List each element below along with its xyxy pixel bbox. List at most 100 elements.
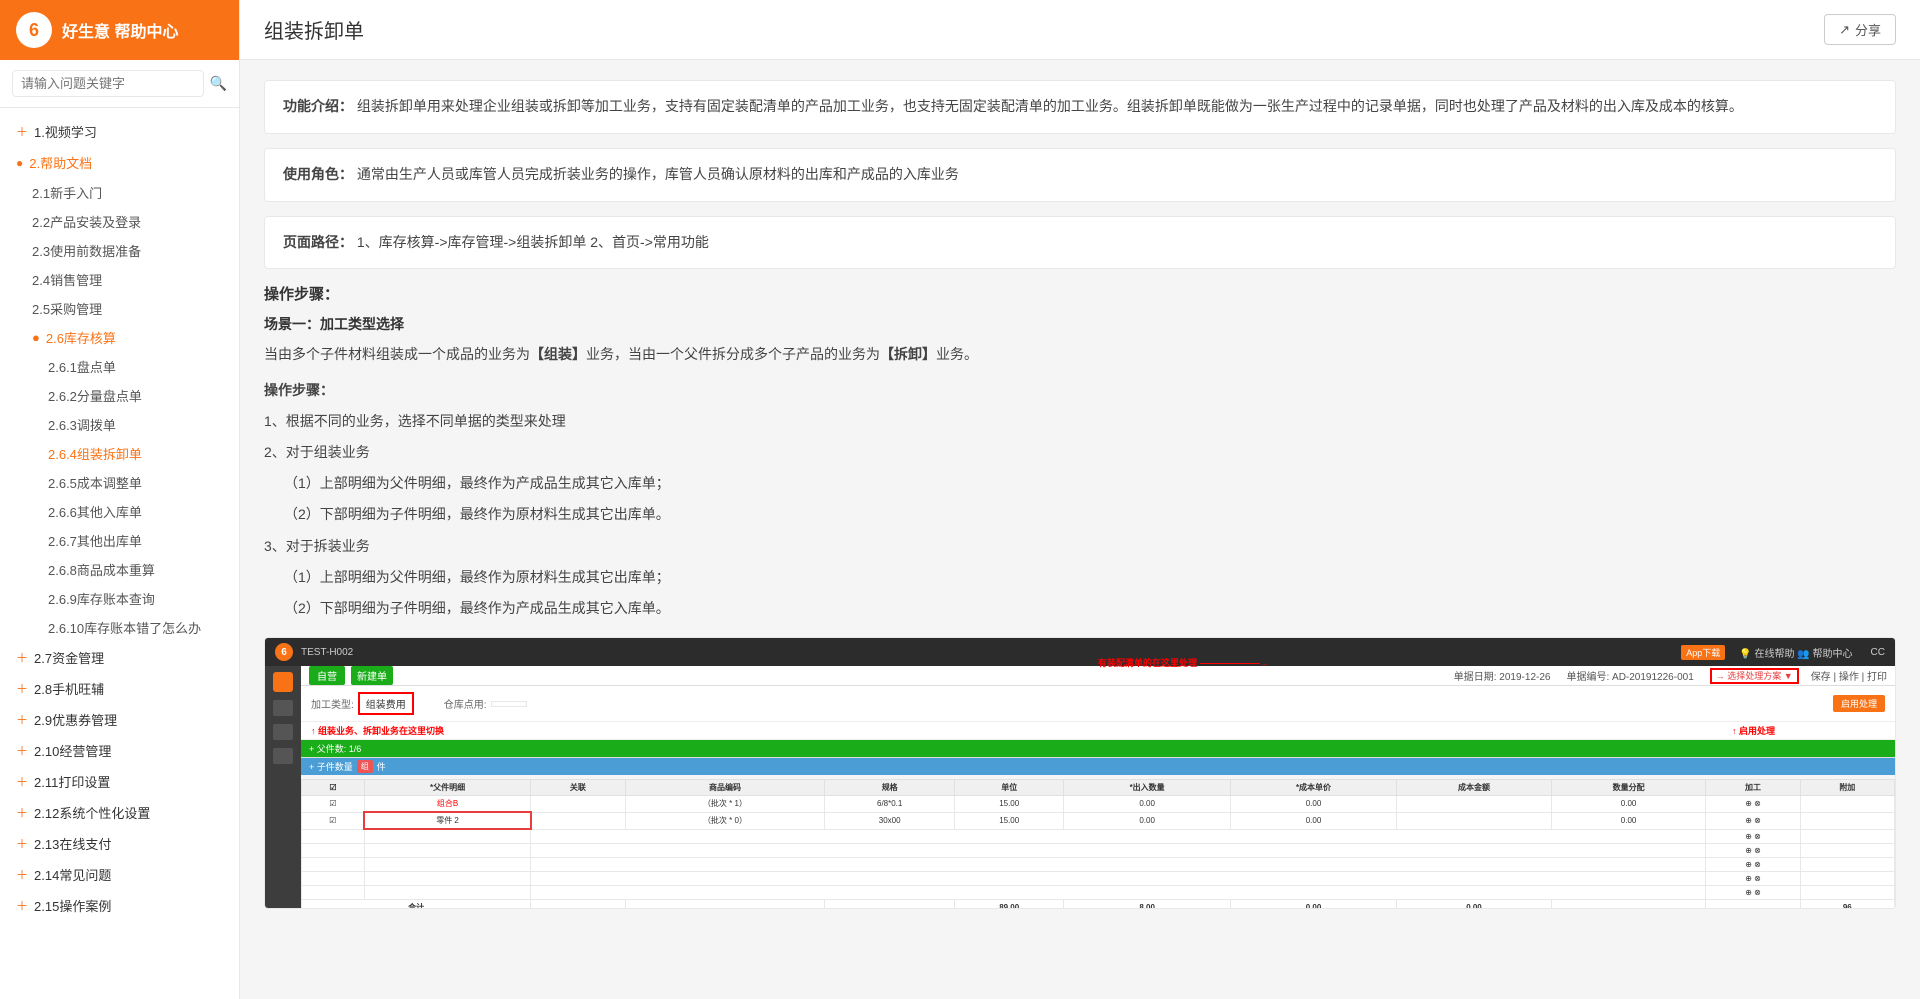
sidebar-item-system-settings[interactable]: ＋ 2.12系统个性化设置 [0, 797, 239, 828]
sub-item-label: 2.4销售管理 [32, 270, 102, 289]
content-area: 功能介绍： 组装拆卸单用来处理企业组装或拆卸等加工业务，支持有固定装配清单的产品… [240, 60, 1920, 999]
sub-item-label: 2.6.1盘点单 [48, 357, 116, 376]
sidebar-item-inventory[interactable]: ● 2.6库存核算 [0, 323, 239, 352]
main-content: 组装拆卸单 ↗ 分享 功能介绍： 组装拆卸单用来处理企业组装或拆卸等加工业务，支… [240, 0, 1920, 999]
plus-icon: ＋ [16, 711, 28, 728]
step1-text: 1、根据不同的业务，选择不同单据的类型来处理 [264, 409, 1896, 434]
sidebar-item-inventory-ledger-fix[interactable]: 2.6.10库存账本错了怎么办 [0, 613, 239, 642]
sidebar-item-inventory-count[interactable]: 2.6.1盘点单 [0, 352, 239, 381]
plus-icon: ＋ [16, 742, 28, 759]
search-box: 🔍 [0, 60, 239, 108]
sidebar-item-sales[interactable]: 2.4销售管理 [0, 265, 239, 294]
lower-footer-empty5 [1706, 899, 1800, 908]
lower-cell-3-empty [531, 829, 1706, 843]
mock-tab-new: 新建单 [351, 666, 393, 685]
lower-cell-7-check [302, 885, 365, 899]
top-bar: 组装拆卸单 ↗ 分享 [240, 0, 1920, 60]
sidebar-item-cost-recalc[interactable]: 2.6.8商品成本重算 [0, 555, 239, 584]
sidebar-item-faq[interactable]: ＋ 2.14常见问题 [0, 859, 239, 890]
sidebar-item-coupon[interactable]: ＋ 2.9优惠券管理 [0, 704, 239, 735]
sidebar-item-mobile[interactable]: ＋ 2.8手机旺辅 [0, 673, 239, 704]
sidebar-item-ops-mgmt[interactable]: ＋ 2.10经营管理 [0, 735, 239, 766]
mock-toolbar-bill: 单据编号: AD-20191226-001 [1566, 668, 1693, 683]
minus-icon: ● [16, 156, 23, 170]
mock-toolbar-date: 单据日期: 2019-12-26 [1454, 668, 1551, 683]
mock-lower-header: + 子件数量 组 件 [301, 758, 1895, 775]
annotation-assembly-list: 有装配清单的在这里处理 → [1098, 656, 1269, 669]
sidebar-item-other-in[interactable]: 2.6.6其他入库单 [0, 497, 239, 526]
sidebar-item-video[interactable]: ＋ 1.视频学习 [0, 116, 239, 147]
lower-footer-total3: 0.00 [1230, 899, 1396, 908]
mock-topbar-help: 💡 在线帮助 👥 帮助中心 [1739, 645, 1852, 660]
sub-item-label: 2.6.8商品成本重算 [48, 560, 155, 579]
sidebar-item-transfer[interactable]: 2.6.3调拨单 [0, 410, 239, 439]
sidebar-item-label: 2.12系统个性化设置 [34, 803, 150, 822]
mock-process-btn: 启用处理 [1833, 695, 1885, 712]
sidebar-item-beginner[interactable]: 2.1新手入门 [0, 178, 239, 207]
lower-cell-2-check: ☑ [302, 812, 365, 829]
lower-cell-1-extra [1800, 796, 1894, 813]
lower-cell-3-ops: ⊕ ⊗ [1706, 829, 1800, 843]
lower-cell-1-avail: 0.00 [1551, 796, 1706, 813]
lower-cell-3-product [364, 829, 530, 843]
lower-cell-6-empty [531, 871, 1706, 885]
path-label: 页面路径： [283, 234, 353, 250]
plus-icon: ＋ [16, 835, 28, 852]
sidebar-item-cases[interactable]: ＋ 2.15操作案例 [0, 890, 239, 921]
search-icon[interactable]: 🔍 [210, 75, 227, 92]
sidebar-item-online-pay[interactable]: ＋ 2.13在线支付 [0, 828, 239, 859]
lower-footer-empty4 [1551, 899, 1706, 908]
mock-annotation-row: ↑ 组装业务、拆卸业务在这里切换 ↑ 启用处理 [301, 722, 1895, 740]
mock-lower-add-btn: + 子件数量 [309, 760, 353, 773]
sidebar-item-partial-count[interactable]: 2.6.2分量盘点单 [0, 381, 239, 410]
lower-cell-5-ops: ⊕ ⊗ [1706, 857, 1800, 871]
search-input[interactable] [12, 70, 204, 97]
mock-store-input [491, 701, 527, 707]
lower-cell-1-product: 组合B [364, 796, 530, 813]
step3-sub1: （1）上部明细为父件明细，最终作为原材料生成其它出库单； [264, 565, 1896, 590]
sub-item-label: 2.6.9库存账本查询 [48, 589, 155, 608]
mock-lower-table: ☑ *父件明细 关联 商品编码 规格 单位 *出入数量 *成本单价 [301, 775, 1895, 908]
minus-icon-small: ● [32, 330, 40, 345]
function-intro-box: 功能介绍： 组装拆卸单用来处理企业组装或拆卸等加工业务，支持有固定装配清单的产品… [264, 80, 1896, 134]
step2-sub2: （2）下部明细为子件明细，最终作为原材料生成其它出库单。 [264, 502, 1896, 527]
steps-block: 操作步骤： 1、根据不同的业务，选择不同单据的类型来处理 2、对于组装业务 （1… [264, 378, 1896, 622]
lower-cell-1-ops: ⊕ ⊗ [1706, 796, 1800, 813]
sidebar-item-label: 2.14常见问题 [34, 865, 111, 884]
sub-item-label: 2.6.10库存账本错了怎么办 [48, 618, 201, 637]
sidebar-item-label: 2.7资金管理 [34, 648, 104, 667]
sidebar-item-other-out[interactable]: 2.6.7其他出库单 [0, 526, 239, 555]
steps-title: 操作步骤： [264, 378, 1896, 403]
mock-process-area: → 选择处理方案 ▼ [1710, 669, 1799, 682]
logo: 6 [16, 12, 52, 48]
share-button[interactable]: ↗ 分享 [1824, 14, 1896, 45]
sub-item-label: 2.6.3调拨单 [48, 415, 116, 434]
mock-lower-count: 件 [377, 760, 386, 773]
mock-form-area: 加工类型: 组装费用 仓库点用: 启用处理 [301, 686, 1895, 722]
sidebar-item-finance[interactable]: ＋ 2.7资金管理 [0, 642, 239, 673]
lower-cell-1-spec: 6/8*0.1 [825, 796, 955, 813]
sidebar-item-install[interactable]: 2.2产品安装及登录 [0, 207, 239, 236]
sidebar-item-inventory-ledger[interactable]: 2.6.9库存账本查询 [0, 584, 239, 613]
lower-cell-4-product [364, 843, 530, 857]
step3-text: 3、对于拆装业务 [264, 534, 1896, 559]
lower-cell-1-cost [1397, 796, 1552, 813]
sidebar-item-data-prep[interactable]: 2.3使用前数据准备 [0, 236, 239, 265]
plus-icon: ＋ [16, 773, 28, 790]
mock-lower-badge: 组 [357, 760, 373, 773]
sidebar-item-assembly[interactable]: 2.6.4组装拆卸单 [0, 439, 239, 468]
function-intro-label: 功能介绍： [283, 98, 353, 114]
lower-cell-7-ops: ⊕ ⊗ [1706, 885, 1800, 899]
mock-type-field: 加工类型: 组装费用 [311, 692, 414, 715]
page-title: 组装拆卸单 [264, 15, 364, 44]
sidebar-item-label: 2.13在线支付 [34, 834, 111, 853]
sidebar-item-cost-adj[interactable]: 2.6.5成本调整单 [0, 468, 239, 497]
sidebar-item-purchase[interactable]: 2.5采购管理 [0, 294, 239, 323]
lower-cell-2-product: 零件 2 [364, 812, 530, 829]
sidebar-item-label: 2.帮助文档 [29, 153, 92, 172]
sidebar-item-label: 2.8手机旺辅 [34, 679, 104, 698]
mock-left-sidebar [265, 666, 301, 908]
sidebar-item-print[interactable]: ＋ 2.11打印设置 [0, 766, 239, 797]
sidebar: 6 好生意 帮助中心 🔍 ＋ 1.视频学习 ● 2.帮助文档 2.1新手入门 2… [0, 0, 240, 999]
sidebar-item-help-docs[interactable]: ● 2.帮助文档 [0, 147, 239, 178]
